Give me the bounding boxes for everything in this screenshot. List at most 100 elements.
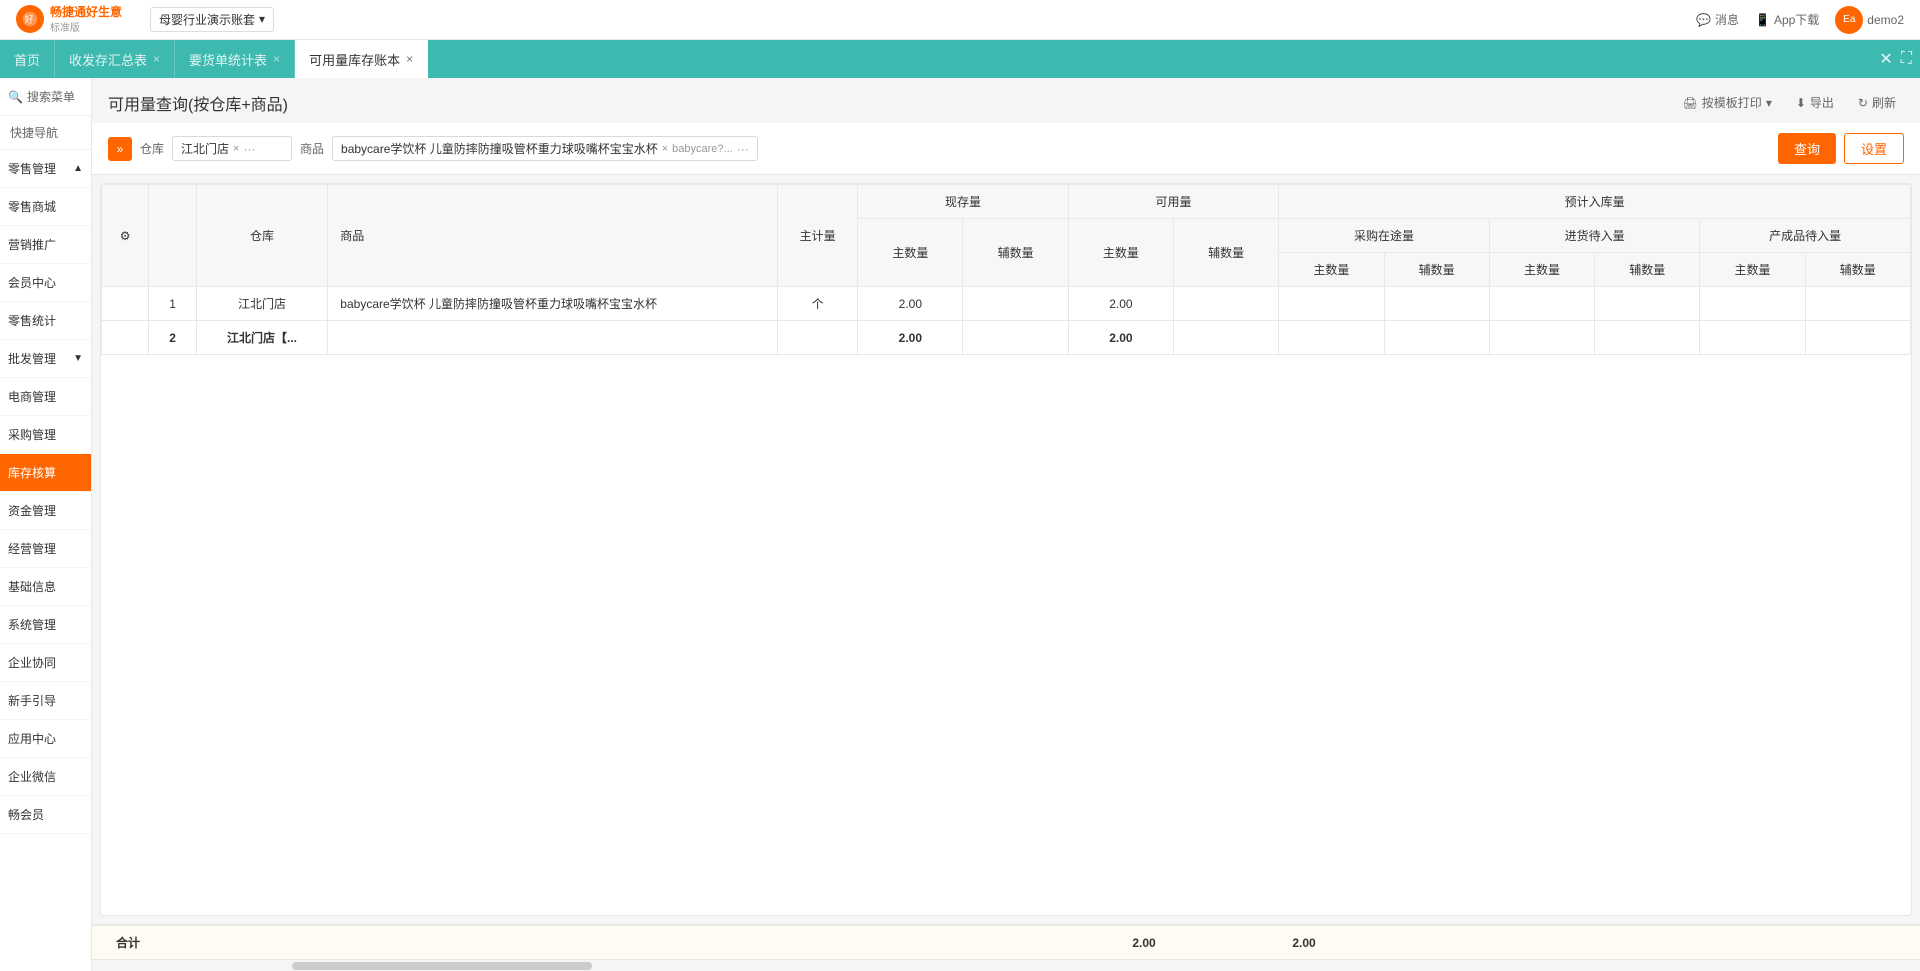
settings-btn[interactable]: 设置 <box>1844 133 1904 164</box>
sidebar-quick-nav[interactable]: 快捷导航 <box>0 116 91 150</box>
sidebar-item-retail-mall[interactable]: 零售商城 <box>0 188 91 226</box>
top-bar-left: 好 畅捷通好生意 标准版 母婴行业演示账套 ▾ <box>16 5 274 34</box>
warehouse-filter-label: 仓库 <box>140 140 164 157</box>
cell-product-1: babycare学饮杯 儿童防摔防撞吸管杯重力球吸嘴杯宝宝水杯 <box>328 287 778 321</box>
chevron-down-icon: ▾ <box>1766 96 1772 110</box>
sidebar-item-basic[interactable]: 基础信息 <box>0 568 91 606</box>
warehouse-more-icon[interactable]: ··· <box>243 142 255 156</box>
th-inbound-pending: 进货待入量 <box>1489 219 1700 253</box>
tab-available-stock[interactable]: 可用量库存账本 × <box>295 40 428 78</box>
product-filter-input[interactable]: babycare学饮杯 儿童防摔防撞吸管杯重力球吸嘴杯宝宝水杯 × babyca… <box>332 136 758 161</box>
cell-inbound-main-2 <box>1489 321 1594 355</box>
tab-order-stat[interactable]: 要货单统计表 × <box>175 40 295 78</box>
cell-purchase-main-2 <box>1279 321 1384 355</box>
filter-toggle-btn[interactable]: » <box>108 137 132 161</box>
sidebar-item-system[interactable]: 系统管理 <box>0 606 91 644</box>
warehouse-filter-input[interactable]: 江北门店 × ··· <box>172 136 292 161</box>
close-all-tabs-icon[interactable]: ✕ <box>1879 49 1892 69</box>
product-tag-1-close[interactable]: × <box>662 143 668 155</box>
sidebar-item-wechat-label: 企业微信 <box>8 768 56 785</box>
cell-product-2 <box>328 321 778 355</box>
sidebar-item-member[interactable]: 会员中心 <box>0 264 91 302</box>
app-download-btn[interactable]: 📱 App下载 <box>1755 11 1819 28</box>
expand-icon[interactable]: ⛶ <box>1901 50 1912 68</box>
warehouse-tag-close[interactable]: × <box>233 143 239 155</box>
cell-production-main-2 <box>1700 321 1805 355</box>
sidebar-search[interactable]: 🔍 搜索菜单 <box>0 78 91 116</box>
product-tag-1: babycare学饮杯 儿童防摔防撞吸管杯重力球吸嘴杯宝宝水杯 × <box>341 140 668 157</box>
page-title: 可用量查询(按仓库+商品) <box>108 91 288 115</box>
sidebar-item-member2[interactable]: 畅会员 <box>0 796 91 834</box>
sidebar-item-stock[interactable]: 库存核算 <box>0 454 91 492</box>
sidebar-item-retail[interactable]: 零售管理 ▲ <box>0 150 91 188</box>
th-current-stock: 现存量 <box>858 185 1069 219</box>
th-production-main: 主数量 <box>1700 253 1805 287</box>
th-available: 可用量 <box>1068 185 1279 219</box>
sidebar-item-marketing[interactable]: 营销推广 <box>0 226 91 264</box>
sidebar-item-wholesale[interactable]: 批发管理 ▼ <box>0 340 91 378</box>
query-btn[interactable]: 查询 <box>1778 133 1836 164</box>
sidebar-item-ecommerce[interactable]: 电商管理 <box>0 378 91 416</box>
th-purchase-in-transit: 采购在途量 <box>1279 219 1490 253</box>
th-planned-inbound: 预计入库量 <box>1279 185 1911 219</box>
export-label: 导出 <box>1810 94 1834 111</box>
user-area[interactable]: Ea demo2 <box>1835 6 1904 34</box>
footer-available-main: 2.00 <box>1264 936 1344 950</box>
cell-purchase-aux-2 <box>1384 321 1489 355</box>
sidebar-item-appstore-label: 应用中心 <box>8 730 56 747</box>
tab-home[interactable]: 首页 <box>0 40 55 78</box>
tab-home-label: 首页 <box>14 50 40 69</box>
tab-order-stat-close[interactable]: × <box>273 52 280 66</box>
cell-purchase-main-1 <box>1279 287 1384 321</box>
sidebar-item-operations[interactable]: 经营管理 <box>0 530 91 568</box>
tab-receive-send[interactable]: 收发存汇总表 × <box>55 40 175 78</box>
logo-text-block: 畅捷通好生意 标准版 <box>50 5 122 34</box>
sidebar-item-operations-label: 经营管理 <box>8 540 56 557</box>
cell-no-1: 1 <box>149 287 196 321</box>
chevron-down-icon: ▼ <box>73 353 83 364</box>
sidebar-item-purchase[interactable]: 采购管理 <box>0 416 91 454</box>
sidebar-item-newbie[interactable]: 新手引导 <box>0 682 91 720</box>
phone-icon: 📱 <box>1755 13 1770 27</box>
print-label: 按模板打印 <box>1702 94 1762 111</box>
page-actions: 🖨 按模板打印 ▾ ⬇ 导出 ↻ 刷新 <box>1675 90 1904 115</box>
footer-current-main: 2.00 <box>1104 936 1184 950</box>
sidebar-item-appstore[interactable]: 应用中心 <box>0 720 91 758</box>
th-inbound-main: 主数量 <box>1489 253 1594 287</box>
sidebar-item-finance[interactable]: 资金管理 <box>0 492 91 530</box>
content-area: 可用量查询(按仓库+商品) 🖨 按模板打印 ▾ ⬇ 导出 ↻ 刷新 <box>92 78 1920 971</box>
cell-available-main-1: 2.00 <box>1068 287 1173 321</box>
bottom-scrollbar-thumb[interactable] <box>292 962 592 970</box>
tab-available-stock-close[interactable]: × <box>406 52 413 66</box>
print-btn[interactable]: 🖨 按模板打印 ▾ <box>1675 90 1780 115</box>
sidebar-item-enterprise[interactable]: 企业协同 <box>0 644 91 682</box>
message-icon: 💬 <box>1696 13 1711 27</box>
logo-icon: 好 <box>16 5 44 33</box>
bottom-scrollbar[interactable] <box>92 959 1920 971</box>
cell-current-main-2: 2.00 <box>858 321 963 355</box>
cell-production-main-1 <box>1700 287 1805 321</box>
tab-receive-send-close[interactable]: × <box>153 52 160 66</box>
tab-order-stat-label: 要货单统计表 <box>189 50 267 69</box>
industry-selector[interactable]: 母婴行业演示账套 ▾ <box>150 7 274 32</box>
sidebar-item-retail-stat[interactable]: 零售统计 <box>0 302 91 340</box>
cell-warehouse-2: 江北门店【... <box>196 321 328 355</box>
product-more-icon[interactable]: ··· <box>737 142 749 156</box>
tab-right-actions: ✕ ⛶ <box>1871 40 1920 78</box>
refresh-btn[interactable]: ↻ 刷新 <box>1850 90 1904 115</box>
th-production-pending: 产成品待入量 <box>1700 219 1911 253</box>
logo-subtitle: 标准版 <box>50 19 122 34</box>
sidebar-item-ecommerce-label: 电商管理 <box>8 388 56 405</box>
export-btn[interactable]: ⬇ 导出 <box>1788 90 1842 115</box>
industry-label: 母婴行业演示账套 <box>159 11 255 28</box>
sidebar-item-wechat[interactable]: 企业微信 <box>0 758 91 796</box>
cell-current-aux-1 <box>963 287 1068 321</box>
th-inbound-aux: 辅数量 <box>1595 253 1700 287</box>
print-icon: 🖨 <box>1683 96 1698 110</box>
th-settings[interactable]: ⚙ <box>102 185 149 287</box>
cell-settings-2 <box>102 321 149 355</box>
logo: 好 畅捷通好生意 标准版 <box>16 5 122 34</box>
sidebar-item-marketing-label: 营销推广 <box>8 236 56 253</box>
export-icon: ⬇ <box>1796 96 1806 110</box>
message-btn[interactable]: 💬 消息 <box>1696 11 1739 28</box>
